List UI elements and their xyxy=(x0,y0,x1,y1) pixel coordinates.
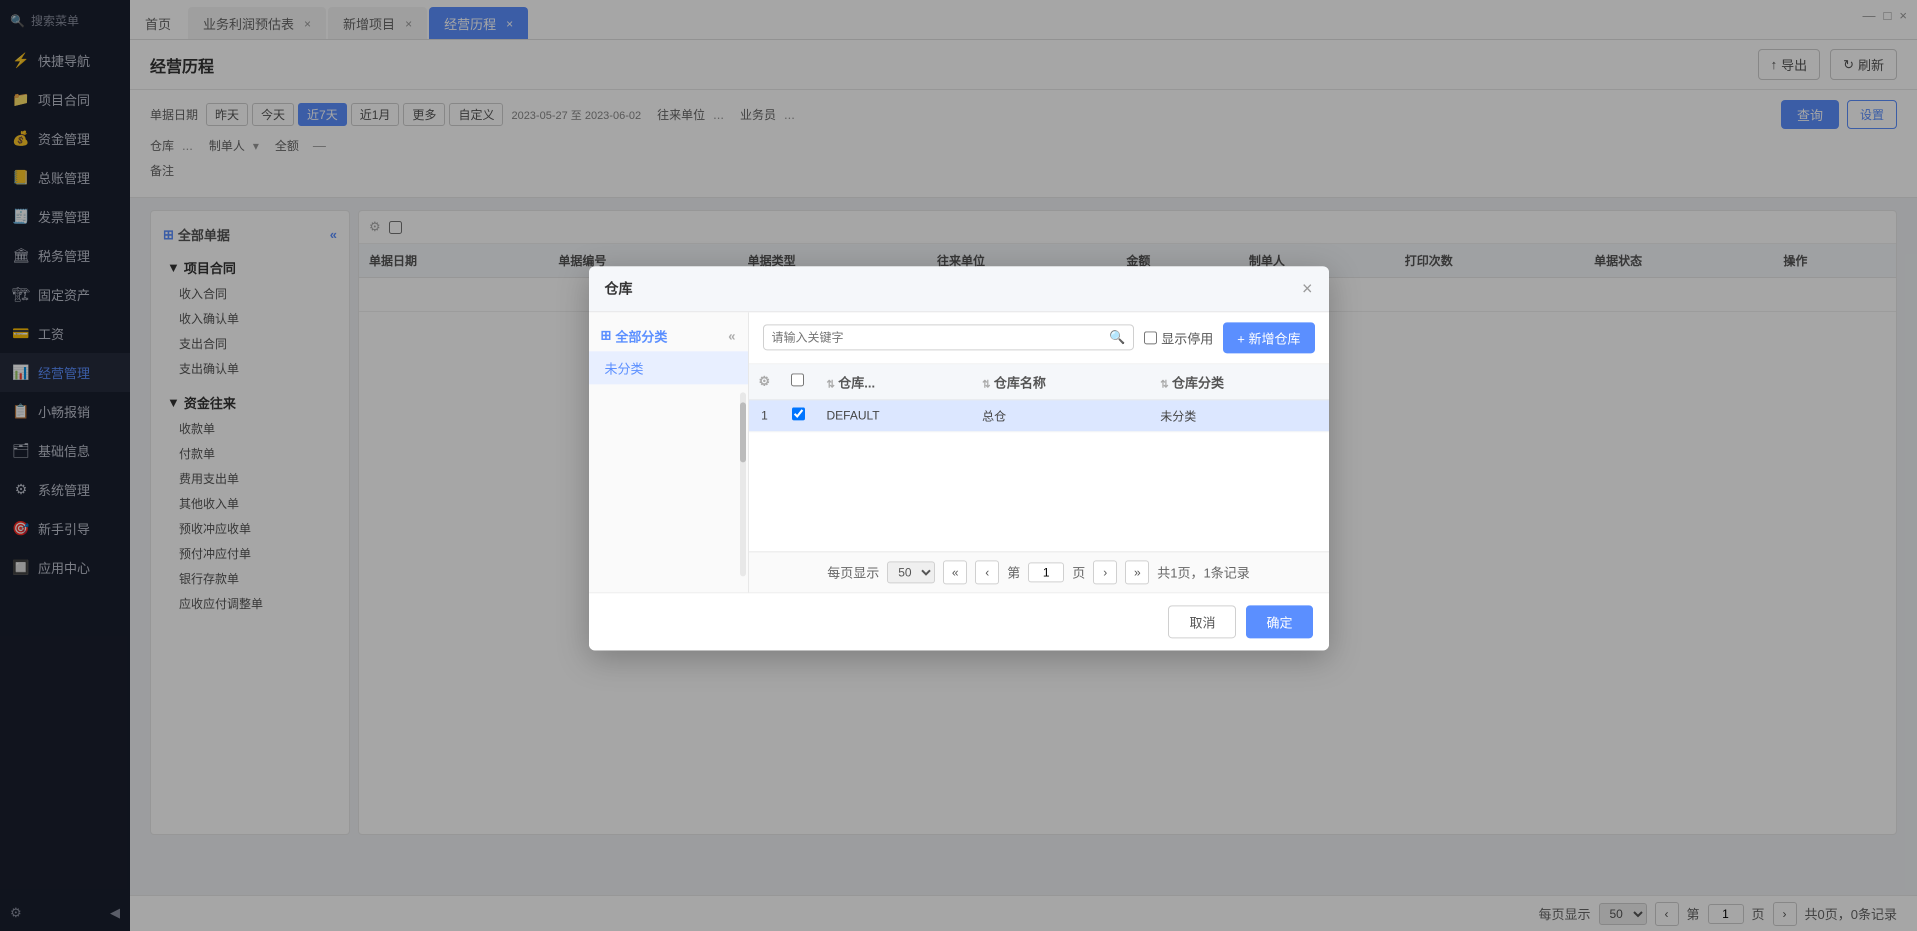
modal-last-btn[interactable]: » xyxy=(1125,560,1149,584)
sort-cat-icon: ⇅ xyxy=(1160,379,1168,390)
modal-toolbar: 🔍 显示停用 + 新增仓库 xyxy=(749,312,1329,364)
modal-header: 仓库 × xyxy=(589,266,1329,312)
sort-up-icon: ⇅ xyxy=(827,379,835,390)
modal-uncategorized-label: 未分类 xyxy=(605,361,644,376)
modal-right-panel: 🔍 显示停用 + 新增仓库 ⚙ xyxy=(749,312,1329,592)
modal-select-all[interactable] xyxy=(791,373,804,386)
modal-table: ⚙ ⇅ 仓库... ⇅ 仓库名称 xyxy=(749,364,1329,432)
cancel-button[interactable]: 取消 xyxy=(1168,605,1236,638)
add-warehouse-button[interactable]: + 新增仓库 xyxy=(1223,322,1314,353)
modal-left-panel: ⊞ 全部分类 « 未分类 xyxy=(589,312,749,592)
modal-left-collapse-icon[interactable]: « xyxy=(728,328,735,343)
modal-body: ⊞ 全部分类 « 未分类 🔍 xyxy=(589,312,1329,592)
row-code: DEFAULT xyxy=(817,399,973,431)
row-select-checkbox[interactable] xyxy=(792,407,805,420)
warehouse-modal: 仓库 × ⊞ 全部分类 « 未分类 xyxy=(589,266,1329,650)
modal-search-icon: 🔍 xyxy=(1109,329,1125,345)
modal-page-input[interactable] xyxy=(1028,562,1064,582)
col-code-label: 仓库... xyxy=(838,375,875,390)
show-disabled-label[interactable]: 显示停用 xyxy=(1144,328,1213,347)
modal-next-btn[interactable]: › xyxy=(1093,560,1117,584)
modal-total-label: 共1页，1条记录 xyxy=(1157,562,1249,581)
modal-page-suffix: 页 xyxy=(1072,562,1085,581)
row-checkbox xyxy=(781,399,817,431)
col-category-label: 仓库分类 xyxy=(1172,375,1224,390)
modal-search-box: 🔍 xyxy=(763,324,1135,350)
modal-pagination: 每页显示 50 « ‹ 第 页 › » 共1页，1条记录 xyxy=(749,551,1329,592)
modal-first-btn[interactable]: « xyxy=(943,560,967,584)
modal-table-wrap: ⚙ ⇅ 仓库... ⇅ 仓库名称 xyxy=(749,364,1329,551)
show-disabled-text: 显示停用 xyxy=(1161,328,1213,347)
modal-page-label: 第 xyxy=(1007,562,1020,581)
row-num: 1 xyxy=(749,399,781,431)
confirm-button[interactable]: 确定 xyxy=(1246,605,1312,638)
modal-col-settings: ⚙ xyxy=(749,364,781,400)
modal-prev-btn[interactable]: ‹ xyxy=(975,560,999,584)
sort-name-icon: ⇅ xyxy=(982,379,990,390)
grid-icon-2: ⊞ xyxy=(601,327,612,343)
row-name: 总仓 xyxy=(972,399,1150,431)
modal-actions: 取消 确定 xyxy=(589,592,1329,650)
show-disabled-checkbox[interactable] xyxy=(1144,331,1157,344)
modal-col-checkbox xyxy=(781,364,817,400)
modal-table-row[interactable]: 1 DEFAULT 总仓 未分类 xyxy=(749,399,1329,431)
row-category: 未分类 xyxy=(1150,399,1328,431)
modal-col-category: ⇅ 仓库分类 xyxy=(1150,364,1328,400)
modal-page-size-select[interactable]: 50 xyxy=(887,561,935,583)
left-scrollbar[interactable] xyxy=(740,392,746,576)
modal-title: 仓库 xyxy=(605,278,633,298)
modal-col-name: ⇅ 仓库名称 xyxy=(972,364,1150,400)
modal-search-input[interactable] xyxy=(772,330,1104,344)
col-name-label: 仓库名称 xyxy=(994,375,1046,390)
modal-page-size-label: 每页显示 xyxy=(827,562,879,581)
modal-left-uncategorized[interactable]: 未分类 xyxy=(589,351,748,384)
col-settings-icon[interactable]: ⚙ xyxy=(759,373,771,388)
modal-all-categories-label: 全部分类 xyxy=(615,326,667,345)
modal-col-code: ⇅ 仓库... xyxy=(817,364,973,400)
modal-close-btn[interactable]: × xyxy=(1302,278,1313,299)
modal-left-header[interactable]: ⊞ 全部分类 « xyxy=(589,320,748,351)
